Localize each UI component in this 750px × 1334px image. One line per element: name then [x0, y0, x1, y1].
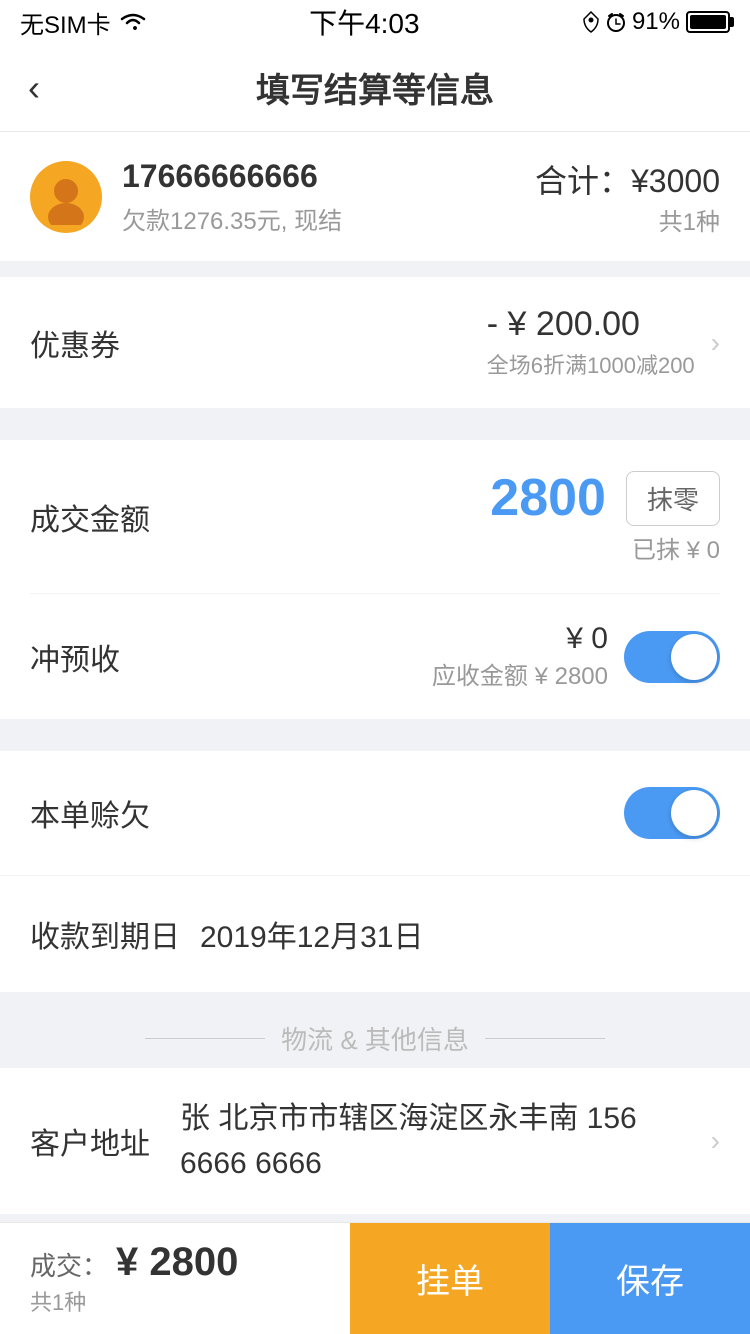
- address-value: 张 北京市市辖区海淀区永丰南 156 6666 6666: [180, 1096, 705, 1186]
- customer-debt: 欠款1276.35元, 现结: [122, 201, 342, 236]
- logistics-line-right: [485, 1038, 605, 1039]
- coupon-right: - ¥ 200.00 全场6折满1000减200 ›: [487, 305, 720, 380]
- prepaid-value: ¥ 0 应收金额 ¥ 2800: [432, 622, 608, 691]
- prepaid-amount: ¥ 0: [432, 622, 608, 656]
- prepaid-toggle[interactable]: [624, 631, 720, 683]
- address-chevron-icon: ›: [711, 1125, 720, 1157]
- bottom-bar: 成交： ¥ 2800 共1种 挂单 保存: [0, 1222, 750, 1334]
- deal-amount-row: 成交金额 2800 抹零 已抹 ¥ 0: [30, 440, 720, 594]
- total-count: 共1种: [535, 202, 720, 237]
- hold-button[interactable]: 挂单: [350, 1223, 550, 1334]
- status-time: 下午4:03: [309, 2, 420, 42]
- prepaid-right: ¥ 0 应收金额 ¥ 2800: [432, 622, 720, 691]
- coupon-label: 优惠券: [30, 321, 120, 365]
- chevron-right-icon: ›: [711, 327, 720, 359]
- logistics-label: 物流 & 其他信息: [281, 1020, 469, 1057]
- due-date-row: 收款到期日 2019年12月31日: [0, 875, 750, 992]
- bottom-deal-label: 成交：: [30, 1246, 108, 1283]
- location-icon: [582, 11, 600, 33]
- avatar: [30, 161, 102, 233]
- debt-row: 本单赊欠: [0, 751, 750, 875]
- coupon-row[interactable]: 优惠券 - ¥ 200.00 全场6折满1000减200 ›: [0, 277, 750, 408]
- deal-sub: 已抹 ¥ 0: [490, 530, 720, 565]
- save-button[interactable]: 保存: [550, 1223, 750, 1334]
- bottom-deal-count: 共1种: [30, 1285, 320, 1317]
- coupon-desc: 全场6折满1000减200: [487, 348, 695, 380]
- customer-phone: 17666666666: [122, 158, 342, 195]
- back-button[interactable]: ‹: [28, 67, 40, 109]
- battery-percent: 91%: [632, 8, 680, 36]
- logistics-line-left: [145, 1038, 265, 1039]
- status-bar: 无SIM卡 下午4:03 91%: [0, 0, 750, 44]
- coupon-amount: - ¥ 200.00: [487, 305, 695, 344]
- due-date-value: 2019年12月31日: [200, 912, 423, 956]
- toggle-knob: [671, 634, 717, 680]
- battery-icon: [686, 11, 730, 33]
- status-left: 无SIM卡: [20, 5, 147, 40]
- customer-card: 17666666666 欠款1276.35元, 现结 合计：¥3000 共1种: [0, 132, 750, 261]
- total-amount: 合计：¥3000: [535, 156, 720, 202]
- carrier-text: 无SIM卡: [20, 5, 111, 40]
- wifi-icon: [119, 12, 147, 32]
- header: ‹ 填写结算等信息: [0, 44, 750, 132]
- bottom-deal-amount: ¥ 2800: [116, 1240, 238, 1285]
- debt-toggle[interactable]: [624, 787, 720, 839]
- logistics-divider: 物流 & 其他信息: [0, 1008, 750, 1068]
- customer-info: 17666666666 欠款1276.35元, 现结: [122, 158, 342, 236]
- alarm-icon: [606, 11, 626, 33]
- debt-toggle-knob: [671, 790, 717, 836]
- address-label: 客户地址: [30, 1119, 150, 1163]
- logistics-text: 物流 & 其他信息: [145, 1020, 605, 1057]
- page-title: 填写结算等信息: [256, 63, 494, 112]
- prepaid-row: 冲预收 ¥ 0 应收金额 ¥ 2800: [30, 594, 720, 719]
- customer-left: 17666666666 欠款1276.35元, 现结: [30, 158, 342, 236]
- deal-amount-value: 2800: [490, 468, 606, 528]
- prepaid-label: 冲预收: [30, 635, 120, 679]
- round-button[interactable]: 抹零: [626, 471, 720, 526]
- content: 17666666666 欠款1276.35元, 现结 合计：¥3000 共1种 …: [0, 132, 750, 1334]
- deal-section: 成交金额 2800 抹零 已抹 ¥ 0 冲预收 ¥ 0 应收金额 ¥ 2800: [0, 440, 750, 719]
- bottom-deal-info: 成交： ¥ 2800 共1种: [0, 1240, 350, 1317]
- deal-value-wrap: 2800 抹零: [490, 468, 720, 528]
- address-row[interactable]: 客户地址 张 北京市市辖区海淀区永丰南 156 6666 6666 ›: [0, 1068, 750, 1214]
- status-right: 91%: [582, 8, 730, 36]
- due-date-label: 收款到期日: [30, 912, 180, 956]
- customer-right: 合计：¥3000 共1种: [535, 156, 720, 237]
- deal-amount-label: 成交金额: [30, 495, 150, 539]
- debt-label: 本单赊欠: [30, 791, 150, 835]
- section-divider-1: [0, 424, 750, 440]
- section-divider-2: [0, 719, 750, 735]
- prepaid-sub: 应收金额 ¥ 2800: [432, 656, 608, 691]
